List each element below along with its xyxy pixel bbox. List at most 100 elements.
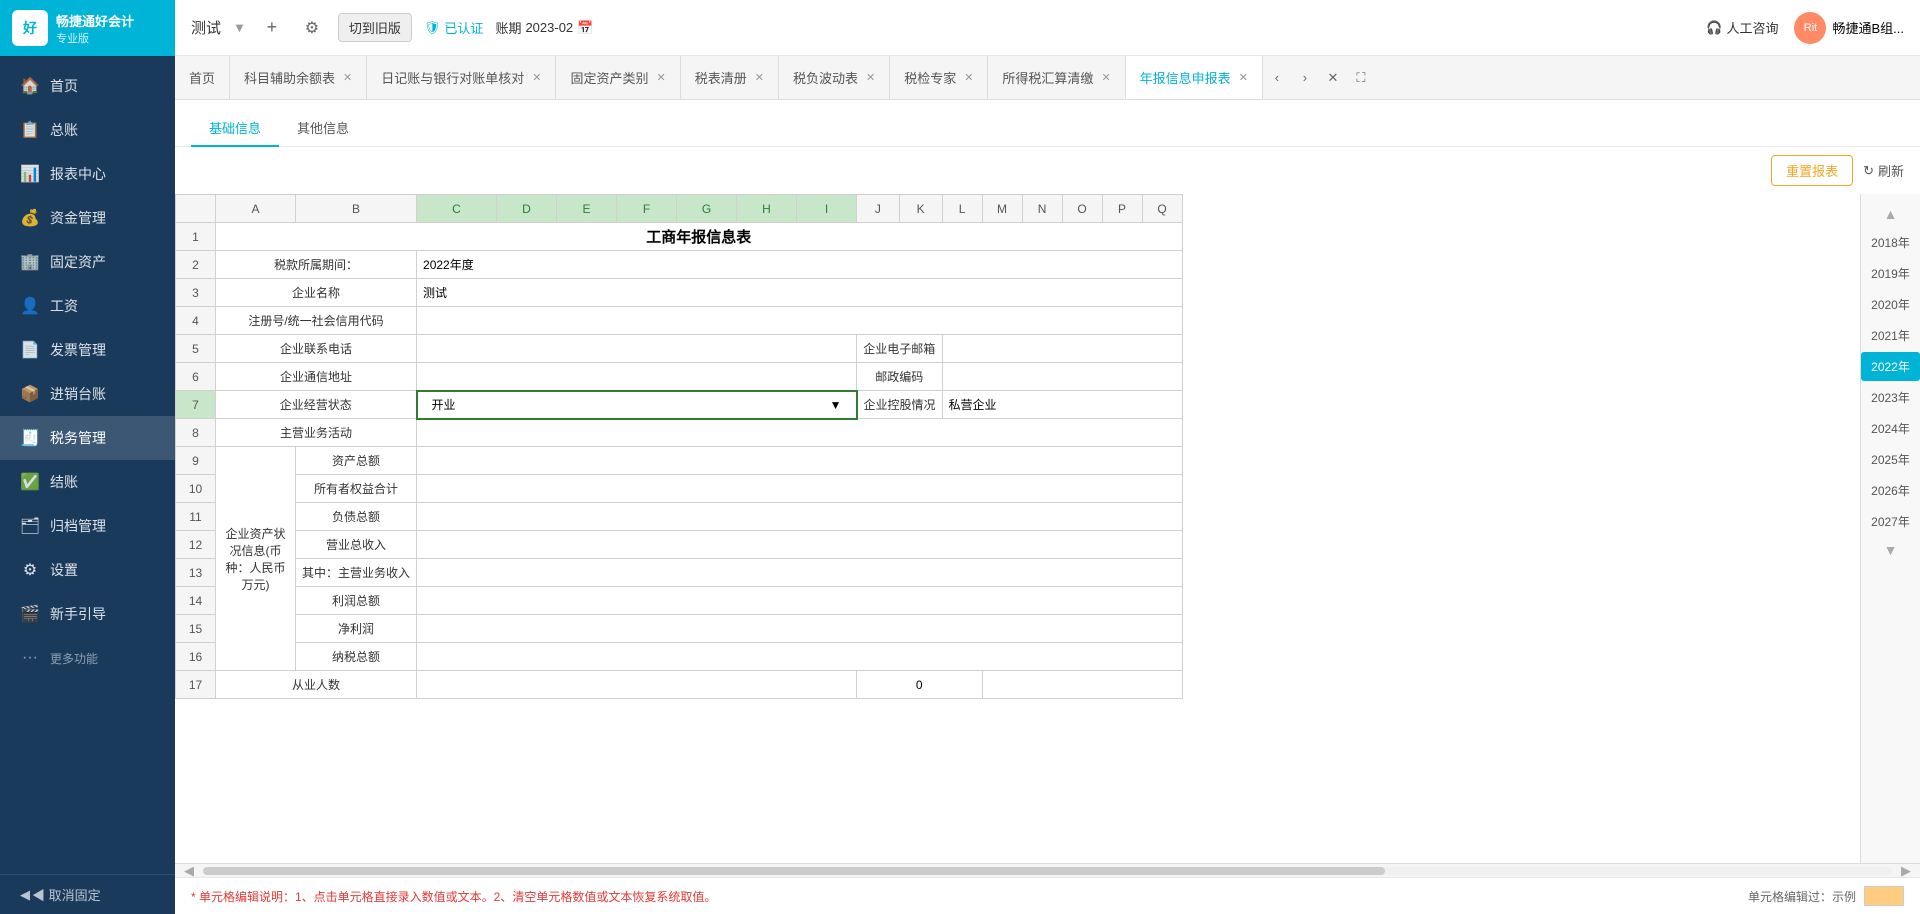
tab-close-incometax[interactable]: ✕ [1101, 71, 1110, 84]
cell-7-dropdown[interactable]: 开业 ▼ [417, 391, 857, 419]
cell-14-value[interactable] [417, 587, 1183, 615]
sidebar-item-tax[interactable]: 🧾 税务管理 [0, 416, 175, 460]
tab-journal[interactable]: 日记账与银行对账单核对 ✕ [367, 56, 556, 100]
cell-17-right[interactable] [982, 671, 1182, 699]
table-row: 1 工商年报信息表 [176, 223, 1183, 251]
sidebar-item-report[interactable]: 📊 报表中心 [0, 152, 175, 196]
tab-close-aux[interactable]: ✕ [343, 71, 352, 84]
corner-header [176, 195, 216, 223]
cell-13-value[interactable] [417, 559, 1183, 587]
year-2025[interactable]: 2025年 [1861, 445, 1920, 474]
cell-3-value[interactable]: 测试 [417, 279, 1183, 307]
year-2019[interactable]: 2019年 [1861, 259, 1920, 288]
sidebar-item-close[interactable]: ✅ 结账 [0, 460, 175, 504]
cell-7-right-value[interactable]: 私营企业 [942, 391, 1182, 419]
cell-15-value[interactable] [417, 615, 1183, 643]
tax-icon: 🧾 [20, 428, 40, 448]
cell-10-value[interactable] [417, 475, 1183, 503]
tab-taxwave[interactable]: 税负波动表 ✕ [779, 56, 890, 100]
year-2024[interactable]: 2024年 [1861, 414, 1920, 443]
panel-up-icon[interactable]: ▲ [1880, 202, 1902, 226]
user-menu[interactable]: Rit 畅捷通B组... [1794, 12, 1904, 44]
sidebar-item-home[interactable]: 🏠 首页 [0, 64, 175, 108]
year-2022[interactable]: 2022年 [1861, 352, 1920, 381]
sidebar-item-asset[interactable]: 🏢 固定资产 [0, 240, 175, 284]
cell-6-right-value[interactable] [942, 363, 1182, 391]
col-header-i: I [797, 195, 857, 223]
cell-3-label: 企业名称 [216, 279, 417, 307]
cell-17-value[interactable] [417, 671, 857, 699]
col-header-h: H [737, 195, 797, 223]
tab-close-fixedasset[interactable]: ✕ [657, 71, 666, 84]
cancel-fixed-button[interactable]: ◀ ◀ 取消固定 [20, 885, 155, 904]
refresh-button[interactable]: ↻ 刷新 [1863, 161, 1904, 180]
cell-6-label: 企业通信地址 [216, 363, 417, 391]
service-button[interactable]: 🎧 人工咨询 [1706, 18, 1778, 37]
tab-expand-icon[interactable]: ⛶ [1347, 56, 1375, 100]
sidebar-item-fund[interactable]: 💰 资金管理 [0, 196, 175, 240]
year-2021[interactable]: 2021年 [1861, 321, 1920, 350]
year-2027[interactable]: 2027年 [1861, 507, 1920, 536]
tab-taxcheck[interactable]: 税检专家 ✕ [890, 56, 988, 100]
cell-2-label: 税款所属期间： [216, 251, 417, 279]
tab-close-taxcheck[interactable]: ✕ [964, 71, 973, 84]
tab-fixedasset[interactable]: 固定资产类别 ✕ [556, 56, 680, 100]
sidebar-item-salary[interactable]: 👤 工资 [0, 284, 175, 328]
scroll-thumb[interactable] [203, 867, 1385, 875]
cancel-fixed-icon: ◀ [20, 887, 30, 903]
subtab-basic[interactable]: 基础信息 [191, 110, 279, 147]
switch-old-version-button[interactable]: 切到旧版 [338, 13, 412, 42]
cell-11-value[interactable] [417, 503, 1183, 531]
sidebar-item-settings[interactable]: ⚙ 设置 [0, 548, 175, 592]
dropdown-arrow-icon[interactable]: ▼ [830, 398, 842, 412]
col-header-e: E [557, 195, 617, 223]
cell-5-right-value[interactable] [942, 335, 1182, 363]
cell-17-middle[interactable]: 0 [857, 671, 983, 699]
cell-2-value[interactable]: 2022年度 [417, 251, 1183, 279]
topbar-settings-icon[interactable]: ⚙ [298, 14, 326, 42]
calendar-icon[interactable]: 📅 [577, 20, 593, 36]
sheet-title[interactable]: 工商年报信息表 [216, 223, 1183, 251]
sidebar-item-more[interactable]: ··· 更多功能 [0, 636, 175, 680]
sidebar-item-guide[interactable]: 🎬 新手引导 [0, 592, 175, 636]
tab-close-taxreturn[interactable]: ✕ [755, 71, 764, 84]
cell-8-value[interactable] [417, 419, 1183, 447]
topbar-add-button[interactable]: + [258, 14, 286, 42]
tab-close-journal[interactable]: ✕ [532, 71, 541, 84]
year-2023[interactable]: 2023年 [1861, 383, 1920, 412]
sidebar-item-archive[interactable]: 🗂 归档管理 [0, 504, 175, 548]
tab-close-all-button[interactable]: ✕ [1319, 56, 1347, 100]
tab-home[interactable]: 首页 [175, 56, 230, 100]
subtab-other[interactable]: 其他信息 [279, 110, 367, 147]
topbar-dropdown-icon[interactable]: ▼ [233, 20, 246, 35]
tab-taxreturn[interactable]: 税表清册 ✕ [681, 56, 779, 100]
cell-9-value[interactable] [417, 447, 1183, 475]
tab-annual[interactable]: 年报信息申报表 ✕ [1126, 56, 1263, 100]
reset-report-button[interactable]: 重置报表 [1771, 155, 1853, 186]
cell-7-right-label: 企业控股情况 [857, 391, 943, 419]
cell-5-value[interactable] [417, 335, 857, 363]
tab-close-taxwave[interactable]: ✕ [866, 71, 875, 84]
col-header-p: P [1102, 195, 1142, 223]
sidebar-item-stock[interactable]: 📦 进销台账 [0, 372, 175, 416]
cell-6-value[interactable] [417, 363, 857, 391]
tab-aux[interactable]: 科目辅助余额表 ✕ [230, 56, 367, 100]
sidebar-item-ledger[interactable]: 📋 总账 [0, 108, 175, 152]
tab-incometax[interactable]: 所得税汇算清缴 ✕ [988, 56, 1125, 100]
year-2020[interactable]: 2020年 [1861, 290, 1920, 319]
year-2018[interactable]: 2018年 [1861, 228, 1920, 257]
year-2026[interactable]: 2026年 [1861, 476, 1920, 505]
cell-12-sublabel: 营业总收入 [296, 531, 417, 559]
tab-prev-button[interactable]: ‹ [1263, 56, 1291, 100]
spreadsheet-main[interactable]: A B C D E F G H I J [175, 194, 1860, 863]
spreadsheet-container: A B C D E F G H I J [175, 194, 1920, 863]
cell-16-value[interactable] [417, 643, 1183, 671]
panel-down-icon[interactable]: ▼ [1880, 538, 1902, 562]
content-area: 基础信息 其他信息 重置报表 ↻ 刷新 [175, 100, 1920, 914]
cell-4-value[interactable] [417, 307, 1183, 335]
cell-12-value[interactable] [417, 531, 1183, 559]
horizontal-scrollbar[interactable]: ◀ ▶ [175, 863, 1920, 877]
tab-close-annual[interactable]: ✕ [1239, 71, 1248, 84]
sidebar-item-invoice[interactable]: 📄 发票管理 [0, 328, 175, 372]
tab-next-button[interactable]: › [1291, 56, 1319, 100]
